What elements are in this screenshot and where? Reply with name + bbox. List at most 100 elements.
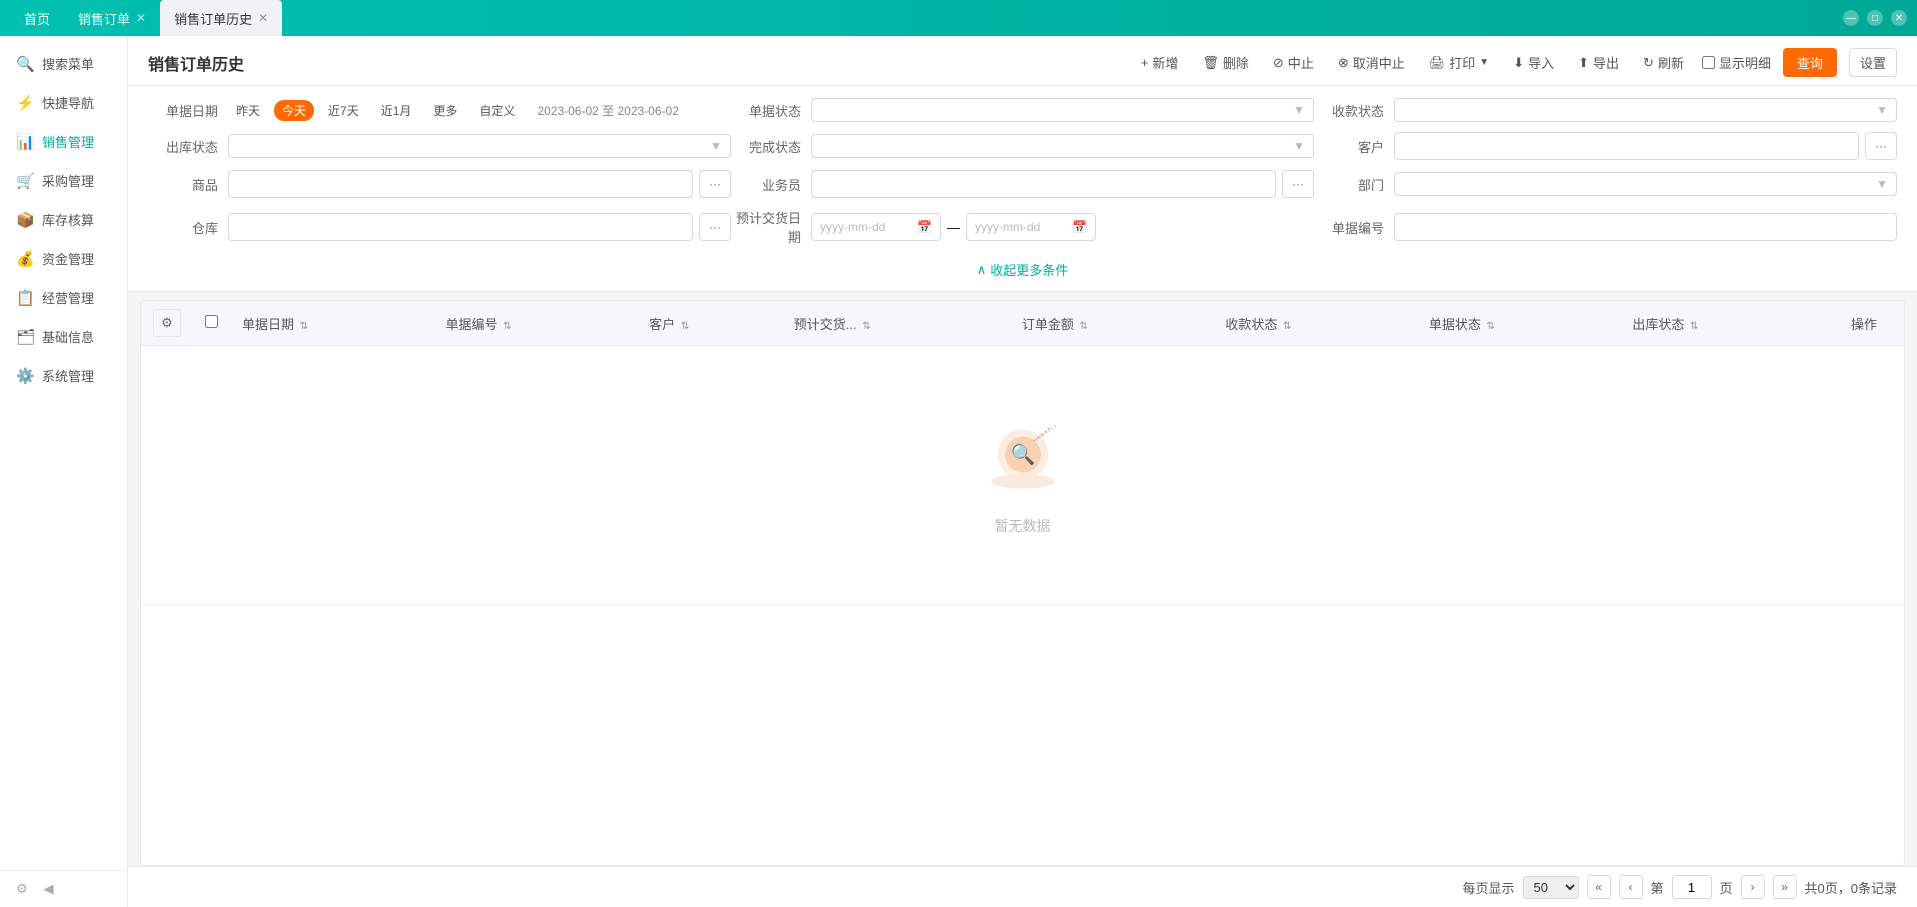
sidebar: 🔍 搜索菜单 ⚡ 快捷导航 📊 销售管理 🛒 采购管理 📦 库存核算 💰 资金管… (0, 36, 128, 907)
sort-docstatus-icon[interactable]: ⇅ (1487, 321, 1495, 332)
window-close[interactable]: ✕ (1891, 10, 1907, 26)
print-button[interactable]: 🖨 打印 ▼ (1423, 49, 1495, 76)
table-body: 🔍 暂无数据 (141, 346, 1904, 605)
sort-date-icon[interactable]: ⇅ (300, 321, 308, 332)
expected-date-start-input[interactable]: yyyy-mm-dd 📅 (811, 213, 941, 241)
empty-text: 暂无数据 (995, 516, 1051, 536)
show-detail-input[interactable] (1702, 56, 1715, 69)
col-doc-status: 单据状态 ⇅ (1417, 301, 1621, 346)
delete-button[interactable]: 🗑 删除 (1196, 49, 1255, 76)
filter-collapse-btn[interactable]: ∧ 收起更多条件 (148, 256, 1897, 279)
prev-page-btn[interactable]: ‹ (1619, 875, 1643, 899)
tab-sales-order-history-close[interactable]: ✕ (258, 11, 268, 25)
toolbar: + + 新增 新增 🗑 删除 ⊘ 中止 ⊗ 取消中止 🖨 (1135, 48, 1897, 77)
customer-input[interactable] (1394, 132, 1859, 160)
sidebar-item-quick-nav[interactable]: ⚡ 快捷导航 (0, 83, 127, 122)
expected-date-label: 预计交货日期 (731, 208, 811, 246)
tab-sales-order[interactable]: 销售订单 ✕ (64, 0, 160, 36)
table-settings-btn[interactable]: ⚙ (153, 309, 181, 337)
page-number-input[interactable] (1672, 875, 1712, 899)
data-table: ⚙ 单据日期 ⇅ 单据编号 ⇅ 客户 ⇅ 预计交货... ⇅ 订单金额 ⇅ 收款… (141, 301, 1904, 605)
window-maximize[interactable]: □ (1867, 10, 1883, 26)
sidebar-item-base-info[interactable]: 🗂 基础信息 (0, 317, 127, 356)
empty-state-cell: 🔍 暂无数据 (141, 346, 1904, 605)
col-order-amount: 订单金额 ⇅ (1010, 301, 1214, 346)
salesperson-label: 业务员 (731, 175, 811, 194)
doc-number-input[interactable] (1394, 213, 1897, 241)
date-tab-1month[interactable]: 近1月 (373, 100, 420, 121)
date-tab-7days[interactable]: 近7天 (320, 100, 367, 121)
window-minimize[interactable]: — (1843, 10, 1859, 26)
salesperson-input[interactable] (811, 170, 1276, 198)
last-page-icon: » (1781, 880, 1788, 894)
new-button[interactable]: + + 新增 新增 (1135, 49, 1185, 76)
warehouse-input[interactable] (228, 213, 693, 241)
refresh-button[interactable]: ↻ 刷新 (1637, 49, 1690, 76)
import-button[interactable]: ⬇ 导入 (1507, 49, 1560, 76)
sort-receipt-icon[interactable]: ⇅ (1283, 321, 1291, 332)
sidebar-item-fund[interactable]: 💰 资金管理 (0, 239, 127, 278)
sidebar-item-search-menu[interactable]: 🔍 搜索菜单 (0, 44, 127, 83)
sort-customer-icon[interactable]: ⇅ (681, 321, 689, 332)
tab-sales-order-history[interactable]: 销售订单历史 ✕ (160, 0, 282, 36)
cancel-stop-button[interactable]: ⊗ 取消中止 (1332, 49, 1411, 76)
settings-button[interactable]: 设置 (1849, 48, 1897, 77)
table-checkbox-col (193, 301, 230, 346)
last-page-btn[interactable]: » (1773, 875, 1797, 899)
sort-docno-icon[interactable]: ⇅ (503, 321, 511, 332)
query-button[interactable]: 查询 (1783, 48, 1837, 77)
sort-amount-icon[interactable]: ⇅ (1079, 321, 1087, 332)
date-tab-custom[interactable]: 自定义 (471, 100, 523, 121)
next-page-icon: › (1751, 880, 1755, 894)
customer-label: 客户 (1314, 137, 1394, 156)
filter-area: 单据日期 昨天 今天 近7天 近1月 更多 自定义 2023-06-02 至 2… (128, 86, 1917, 292)
sidebar-collapse-icon[interactable]: ◀ (44, 881, 54, 897)
complete-status-select[interactable]: ▼ (811, 134, 1314, 158)
expected-date-end-input[interactable]: yyyy-mm-dd 📅 (966, 213, 1096, 241)
sidebar-item-inventory[interactable]: 📦 库存核算 (0, 200, 127, 239)
col-receipt-status: 收款状态 ⇅ (1213, 301, 1417, 346)
show-detail-checkbox[interactable]: 显示明细 (1702, 53, 1771, 72)
goods-ellipsis-btn[interactable]: ··· (699, 170, 731, 198)
receipt-status-select[interactable]: ▼ (1394, 98, 1897, 122)
date-range-display: 2023-06-02 至 2023-06-02 (537, 102, 678, 119)
tab-sales-order-close[interactable]: ✕ (136, 11, 146, 25)
dept-select[interactable]: ▼ (1394, 172, 1897, 196)
cal-start-icon: 📅 (917, 220, 932, 234)
filter-row-2: 出库状态 ▼ 完成状态 ▼ 客户 (148, 132, 1897, 160)
doc-status-select[interactable]: ▼ (811, 98, 1314, 122)
out-status-select[interactable]: ▼ (228, 134, 731, 158)
content-area: 销售订单历史 + + 新增 新增 🗑 删除 ⊘ 中止 ⊗ 取消中止 (128, 36, 1917, 907)
sort-expected-icon[interactable]: ⇅ (862, 321, 870, 332)
col-expected-date: 预计交货... ⇅ (782, 301, 1010, 346)
date-tab-yesterday[interactable]: 昨天 (228, 100, 268, 121)
page-label: 页 (1720, 878, 1733, 897)
ops-icon: 📋 (16, 289, 34, 307)
date-tab-today[interactable]: 今天 (274, 100, 314, 121)
doc-status-label: 单据状态 (731, 101, 811, 120)
sidebar-item-purchase-mgmt[interactable]: 🛒 采购管理 (0, 161, 127, 200)
expected-date-group: yyyy-mm-dd 📅 — yyyy-mm-dd 📅 (811, 213, 1096, 241)
export-button[interactable]: ⬆ 导出 (1572, 49, 1625, 76)
customer-ellipsis-btn[interactable]: ··· (1865, 132, 1897, 160)
sidebar-item-sales-mgmt[interactable]: 📊 销售管理 (0, 122, 127, 161)
per-page-select[interactable]: 50 10 20 100 (1523, 876, 1579, 899)
sales-icon: 📊 (16, 133, 34, 151)
warehouse-ellipsis-btn[interactable]: ··· (699, 213, 731, 241)
select-all-checkbox[interactable] (205, 315, 218, 328)
sort-out-icon[interactable]: ⇅ (1690, 321, 1698, 332)
tab-home[interactable]: 销售订单历史 首页 (10, 0, 64, 36)
filter-row-3: 商品 ··· 业务员 ··· 部门 (148, 170, 1897, 198)
stop-button[interactable]: ⊘ 中止 (1267, 49, 1320, 76)
filter-row-4: 仓库 ··· 预计交货日期 yyyy-mm-dd 📅 — (148, 208, 1897, 246)
sidebar-item-ops[interactable]: 📋 经营管理 (0, 278, 127, 317)
first-page-btn[interactable]: « (1587, 875, 1611, 899)
goods-input[interactable] (228, 170, 693, 198)
sidebar-item-sys-mgmt[interactable]: ⚙️ 系统管理 (0, 356, 127, 395)
salesperson-ellipsis-btn[interactable]: ··· (1282, 170, 1314, 198)
sidebar-settings-icon[interactable]: ⚙ (16, 881, 28, 897)
delete-icon: 🗑 (1202, 55, 1219, 71)
next-page-btn[interactable]: › (1741, 875, 1765, 899)
date-tab-more[interactable]: 更多 (425, 100, 465, 121)
topbar: 销售订单历史 首页 销售订单 ✕ 销售订单历史 ✕ — □ ✕ (0, 0, 1917, 36)
